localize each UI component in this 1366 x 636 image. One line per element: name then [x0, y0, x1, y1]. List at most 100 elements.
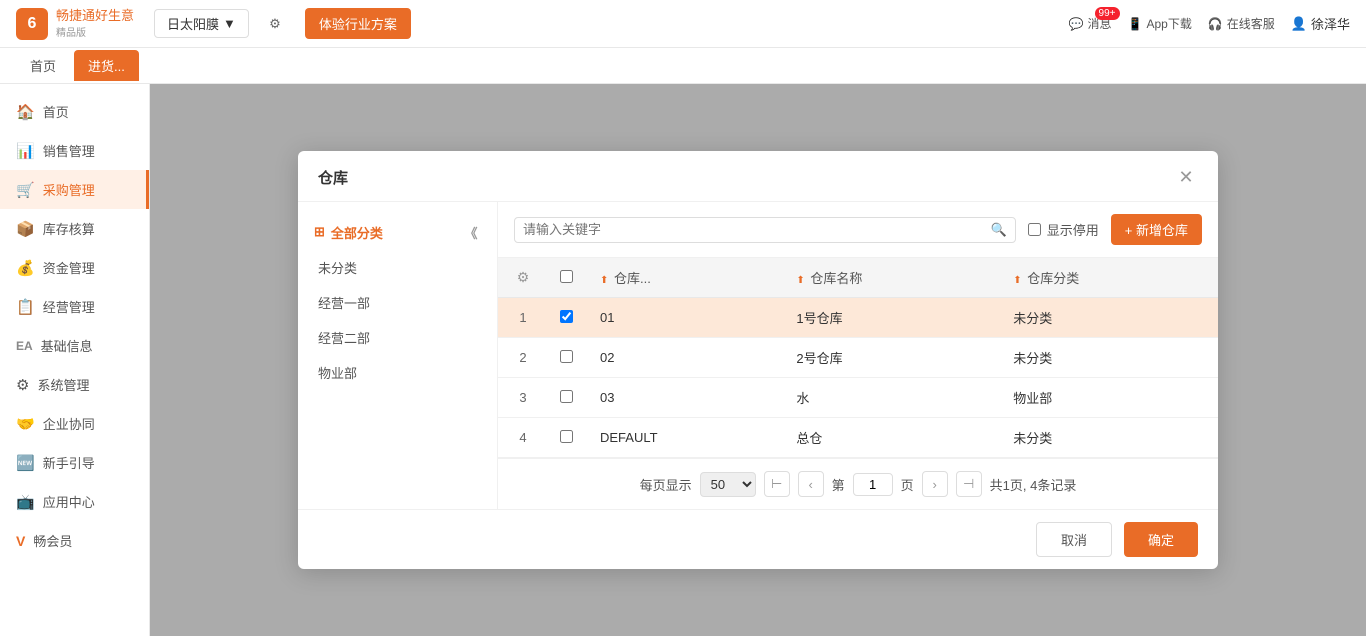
category-item-operation2[interactable]: 经营二部 [298, 320, 497, 355]
purchase-icon: 🛒 [16, 181, 35, 199]
col-checkbox [548, 258, 588, 298]
page-last-button[interactable]: ⊣ [956, 471, 982, 497]
gear-button[interactable]: ⚙ [261, 10, 289, 38]
sidebar-item-apps[interactable]: 📺 应用中心 [0, 482, 149, 521]
modal-header: 仓库 ✕ [298, 151, 1218, 202]
search-input[interactable] [523, 222, 985, 237]
nav-tabs: 首页 进货... [0, 48, 1366, 84]
modal-overlay: 仓库 ✕ ⊞ 全部分类 《 未分类 经营一部 经营二部 [150, 84, 1366, 636]
sidebar-item-system[interactable]: ⚙ 系统管理 [0, 365, 149, 404]
message-button[interactable]: 💬 99+ 消息 [1069, 15, 1112, 32]
category-item-unclassified[interactable]: 未分类 [298, 250, 497, 285]
category-item-operation1[interactable]: 经营一部 [298, 285, 497, 320]
category-item-property[interactable]: 物业部 [298, 355, 497, 390]
search-box: 🔍 [514, 217, 1016, 243]
col-name: ⬆ 仓库名称 [784, 258, 1001, 298]
store-selector[interactable]: 日太阳膜 ▼ [154, 9, 249, 38]
row-checkbox[interactable] [560, 310, 573, 323]
row-checkbox[interactable] [560, 430, 573, 443]
top-header: 6 畅捷通好生意 精品版 日太阳膜 ▼ ⚙ 体验行业方案 💬 99+ 消息 📱 … [0, 0, 1366, 48]
operation-icon: 📋 [16, 298, 35, 316]
row-checkbox-cell[interactable] [548, 378, 588, 418]
row-checkbox-cell[interactable] [548, 298, 588, 338]
modal-title: 仓库 [318, 167, 348, 188]
sidebar-item-label: 系统管理 [37, 375, 89, 394]
member-icon: V [16, 533, 25, 549]
confirm-button[interactable]: 确定 [1124, 522, 1198, 557]
table-row[interactable]: 1 01 1号仓库 未分类 [498, 298, 1218, 338]
sidebar-item-purchase[interactable]: 🛒 采购管理 [0, 170, 149, 209]
collapse-button[interactable]: 《 [461, 222, 481, 242]
category-panel: ⊞ 全部分类 《 未分类 经营一部 经营二部 物业部 [298, 202, 498, 509]
modal-footer: 取消 确定 [298, 509, 1218, 569]
sort-icon: ⬆ [600, 275, 608, 286]
row-name: 水 [784, 378, 1001, 418]
experience-button[interactable]: 体验行业方案 [305, 8, 411, 39]
home-icon: 🏠 [16, 103, 35, 121]
logo-icon: 6 [16, 8, 48, 40]
row-checkbox-cell[interactable] [548, 418, 588, 458]
table-row[interactable]: 4 DEFAULT 总仓 未分类 [498, 418, 1218, 458]
row-code: 01 [588, 298, 784, 338]
page-input[interactable] [853, 473, 893, 496]
show-disabled-label[interactable]: 显示停用 [1028, 220, 1099, 239]
service-button[interactable]: 🎧 在线客服 [1208, 15, 1275, 32]
page-prev-button[interactable]: ‹ [798, 471, 824, 497]
search-icon: 🔍 [991, 222, 1007, 238]
inventory-icon: 📦 [16, 220, 35, 238]
sidebar-item-sales[interactable]: 📊 销售管理 [0, 131, 149, 170]
all-categories-header[interactable]: ⊞ 全部分类 《 [298, 214, 497, 250]
app-download-button[interactable]: 📱 App下载 [1128, 15, 1192, 32]
page-next-button[interactable]: › [922, 471, 948, 497]
sidebar-item-guide[interactable]: 🆕 新手引导 [0, 443, 149, 482]
sidebar-item-basic[interactable]: EA 基础信息 [0, 326, 149, 365]
row-name: 1号仓库 [784, 298, 1001, 338]
sort-icon: ⬆ [796, 275, 804, 286]
page-first-button[interactable]: ⊢ [764, 471, 790, 497]
row-checkbox[interactable] [560, 350, 573, 363]
modal-close-button[interactable]: ✕ [1174, 165, 1198, 189]
warehouse-modal: 仓库 ✕ ⊞ 全部分类 《 未分类 经营一部 经营二部 [298, 151, 1218, 569]
sidebar-item-operation[interactable]: 📋 经营管理 [0, 287, 149, 326]
sidebar-item-label: 应用中心 [43, 492, 95, 511]
sidebar-item-inventory[interactable]: 📦 库存核算 [0, 209, 149, 248]
sidebar-item-label: 采购管理 [43, 180, 95, 199]
row-number: 4 [498, 418, 548, 458]
table-row[interactable]: 2 02 2号仓库 未分类 [498, 338, 1218, 378]
user-info[interactable]: 👤 徐泽华 [1291, 14, 1350, 33]
sidebar-item-enterprise[interactable]: 🤝 企业协同 [0, 404, 149, 443]
row-code: DEFAULT [588, 418, 784, 458]
enterprise-icon: 🤝 [16, 415, 35, 433]
new-warehouse-button[interactable]: + 新增仓库 [1111, 214, 1202, 245]
row-checkbox-cell[interactable] [548, 338, 588, 378]
sidebar-item-label: 库存核算 [43, 219, 95, 238]
settings-icon: ⚙ [517, 269, 530, 285]
col-code: ⬆ 仓库... [588, 258, 784, 298]
cancel-button[interactable]: 取消 [1036, 522, 1112, 557]
logo-sub: 精品版 [56, 24, 134, 39]
table-row[interactable]: 3 03 水 物业部 [498, 378, 1218, 418]
row-category: 未分类 [1001, 298, 1218, 338]
page-label: 第 [832, 475, 845, 494]
page-total-info: 共1页, 4条记录 [990, 475, 1077, 494]
tab-home[interactable]: 首页 [16, 50, 70, 81]
logo-area: 6 畅捷通好生意 精品版 [16, 8, 134, 40]
per-page-label: 每页显示 [640, 475, 692, 494]
sidebar-item-home[interactable]: 🏠 首页 [0, 92, 149, 131]
modal-body: ⊞ 全部分类 《 未分类 经营一部 经营二部 物业部 [298, 202, 1218, 509]
sidebar-item-member[interactable]: V 畅会员 [0, 521, 149, 560]
system-icon: ⚙ [16, 376, 29, 394]
sidebar-item-finance[interactable]: 💰 资金管理 [0, 248, 149, 287]
tab-purchase[interactable]: 进货... [74, 50, 139, 81]
guide-icon: 🆕 [16, 454, 35, 472]
basic-icon: EA [16, 339, 33, 353]
show-disabled-checkbox[interactable] [1028, 223, 1041, 236]
select-all-checkbox[interactable] [560, 270, 573, 283]
right-panel: 🔍 显示停用 + 新增仓库 [498, 202, 1218, 509]
sidebar-item-label: 基础信息 [41, 336, 93, 355]
per-page-select[interactable]: 50 10 20 100 [700, 472, 756, 497]
sales-icon: 📊 [16, 142, 35, 160]
row-checkbox[interactable] [560, 390, 573, 403]
row-name: 总仓 [784, 418, 1001, 458]
warehouse-table: ⚙ ⬆ 仓库... [498, 258, 1218, 458]
